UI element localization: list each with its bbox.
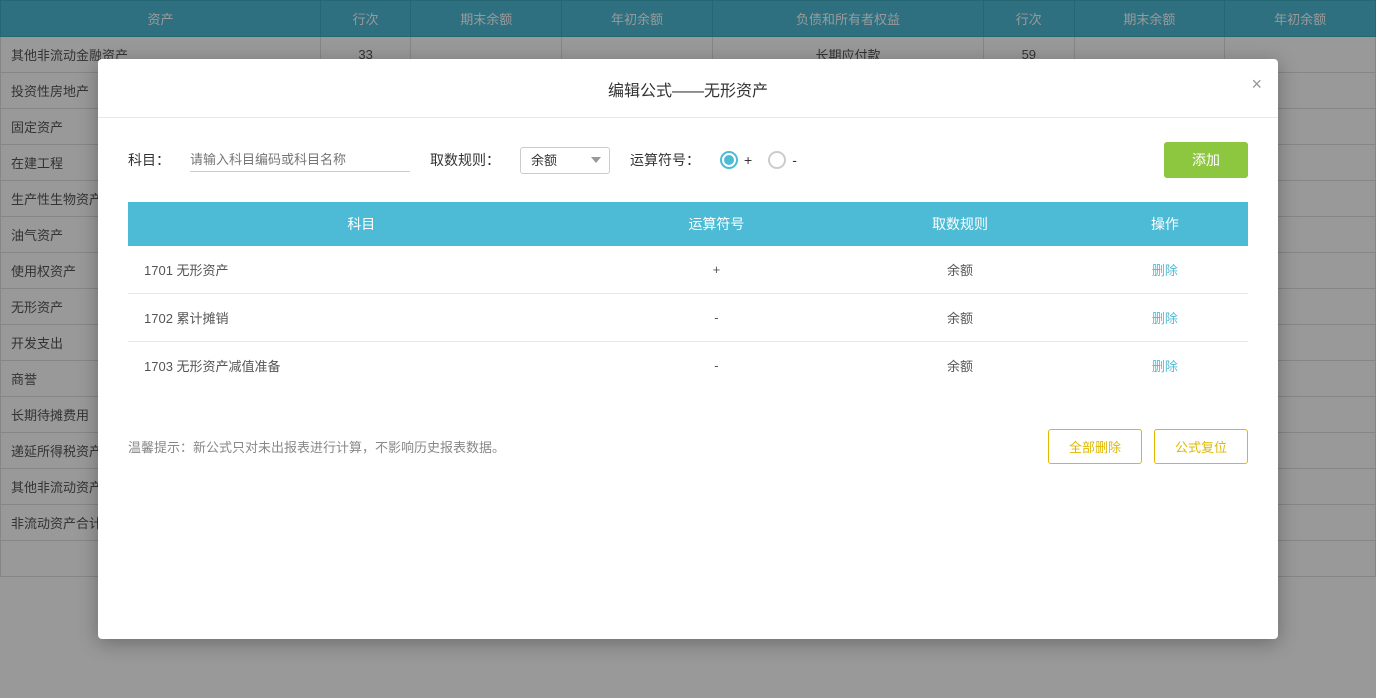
delete-link[interactable]: 删除: [1152, 311, 1178, 326]
table-header-operator: 运算符号: [595, 202, 839, 246]
formula-row: 1703 无形资产减值准备 - 余额 删除: [128, 342, 1248, 390]
modal-footer: 温馨提示：新公式只对未出报表进行计算，不影响历史报表数据。 全部删除 公式复位: [98, 413, 1278, 488]
table-header-rule: 取数规则: [838, 202, 1082, 246]
rule-label: 取数规则：: [430, 150, 500, 170]
modal-title: 编辑公式——无形资产: [608, 83, 768, 100]
formula-operator: -: [595, 294, 839, 342]
delete-link[interactable]: 删除: [1152, 359, 1178, 374]
formula-form-row: 科目： 取数规则： 余额 借方余额 贷方余额 发生额 运算符号： +: [128, 142, 1248, 178]
formula-operator: -: [595, 342, 839, 390]
formula-data-table: 科目 运算符号 取数规则 操作 1701 无形资产 + 余额 删除 1702 累…: [128, 202, 1248, 389]
formula-operator: +: [595, 246, 839, 294]
formula-action: 删除: [1082, 294, 1248, 342]
modal-header: 编辑公式——无形资产 ×: [98, 59, 1278, 118]
operator-plus-label: +: [744, 152, 752, 168]
rule-select-wrap: 余额 借方余额 贷方余额 发生额: [520, 147, 610, 174]
operator-plus-radio[interactable]: [720, 151, 738, 169]
formula-row: 1701 无形资产 + 余额 删除: [128, 246, 1248, 294]
operator-minus-radio[interactable]: [768, 151, 786, 169]
delete-all-button[interactable]: 全部删除: [1048, 429, 1142, 464]
delete-link[interactable]: 删除: [1152, 263, 1178, 278]
formula-action: 删除: [1082, 246, 1248, 294]
subject-label: 科目：: [128, 150, 170, 170]
edit-formula-modal: 编辑公式——无形资产 × 科目： 取数规则： 余额 借方余额 贷方余额 发生额 …: [98, 59, 1278, 639]
modal-body: 科目： 取数规则： 余额 借方余额 贷方余额 发生额 运算符号： +: [98, 118, 1278, 413]
formula-subject: 1702 累计摊销: [128, 294, 595, 342]
formula-subject: 1701 无形资产: [128, 246, 595, 294]
operator-minus-option[interactable]: -: [768, 151, 797, 169]
operator-minus-label: -: [792, 152, 797, 168]
modal-overlay: 编辑公式——无形资产 × 科目： 取数规则： 余额 借方余额 贷方余额 发生额 …: [0, 0, 1376, 698]
rule-select[interactable]: 余额 借方余额 贷方余额 发生额: [520, 147, 610, 174]
formula-rule: 余额: [838, 246, 1082, 294]
operator-label: 运算符号：: [630, 150, 700, 170]
formula-rule: 余额: [838, 342, 1082, 390]
operator-radio-group: + -: [720, 151, 797, 169]
subject-input[interactable]: [190, 148, 410, 172]
formula-row: 1702 累计摊销 - 余额 删除: [128, 294, 1248, 342]
modal-close-button[interactable]: ×: [1251, 75, 1262, 93]
reset-formula-button[interactable]: 公式复位: [1154, 429, 1248, 464]
formula-action: 删除: [1082, 342, 1248, 390]
formula-rule: 余额: [838, 294, 1082, 342]
table-header-action: 操作: [1082, 202, 1248, 246]
footer-buttons: 全部删除 公式复位: [1048, 429, 1248, 464]
operator-plus-option[interactable]: +: [720, 151, 752, 169]
add-button[interactable]: 添加: [1164, 142, 1248, 178]
formula-subject: 1703 无形资产减值准备: [128, 342, 595, 390]
table-header-subject: 科目: [128, 202, 595, 246]
hint-text: 温馨提示：新公式只对未出报表进行计算，不影响历史报表数据。: [128, 437, 505, 456]
